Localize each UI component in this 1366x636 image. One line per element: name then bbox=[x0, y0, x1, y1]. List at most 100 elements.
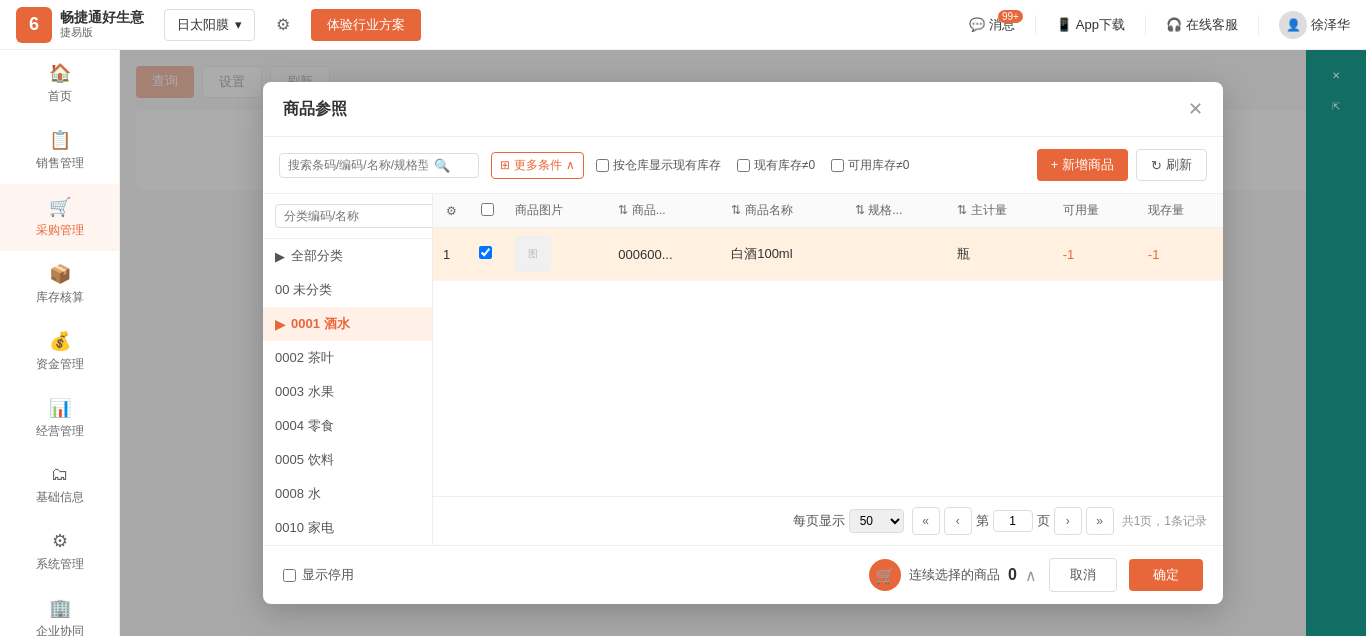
modal-close-button[interactable]: ✕ bbox=[1188, 98, 1203, 120]
page-label: 第 bbox=[976, 512, 989, 530]
sidebar-item-finance[interactable]: 💰 资金管理 bbox=[0, 318, 119, 385]
prev-page-button[interactable]: ‹ bbox=[944, 507, 972, 535]
th-select-all[interactable] bbox=[469, 194, 505, 228]
add-product-button[interactable]: + 新增商品 bbox=[1037, 149, 1128, 181]
chevron-up-icon: ∧ bbox=[566, 158, 575, 172]
sidebar-label-system: 系统管理 bbox=[36, 556, 84, 573]
sidebar-label-finance: 资金管理 bbox=[36, 356, 84, 373]
home-icon: 🏠 bbox=[49, 62, 71, 84]
show-disabled-checkbox[interactable]: 显示停用 bbox=[283, 566, 354, 584]
warehouse-display-checkbox[interactable]: 按仓库显示现有库存 bbox=[596, 157, 721, 174]
store-name: 日太阳膜 bbox=[177, 16, 229, 34]
th-spec[interactable]: ⇅ 规格... bbox=[845, 194, 947, 228]
footer-collapse-icon[interactable]: ∧ bbox=[1025, 566, 1037, 585]
row-checkbox-cell[interactable] bbox=[469, 228, 505, 281]
page-number-input[interactable] bbox=[993, 510, 1033, 532]
sidebar-label-inventory: 库存核算 bbox=[36, 289, 84, 306]
page-size-label: 每页显示 bbox=[793, 512, 845, 530]
category-item-00[interactable]: 00 未分类 bbox=[263, 273, 432, 307]
service-label: 在线客服 bbox=[1186, 16, 1238, 34]
category-search-input[interactable] bbox=[275, 204, 433, 228]
page-size-select-input[interactable]: 50 10 20 100 bbox=[849, 509, 904, 533]
th-image: 商品图片 bbox=[505, 194, 608, 228]
refresh-label: 刷新 bbox=[1166, 156, 1192, 174]
category-item-0005[interactable]: 0005 饮料 bbox=[263, 443, 432, 477]
category-item-0004[interactable]: 0004 零食 bbox=[263, 409, 432, 443]
show-disabled-input[interactable] bbox=[283, 569, 296, 582]
th-settings[interactable]: ⚙ bbox=[433, 194, 469, 228]
page-size-selector[interactable]: 每页显示 50 10 20 100 bbox=[793, 509, 904, 533]
modal-footer: 显示停用 🛒 连续选择的商品 0 ∧ 取消 确定 bbox=[263, 545, 1223, 604]
category-item-0010[interactable]: 0010 家电 bbox=[263, 511, 432, 545]
notifications-badge: 99+ bbox=[998, 10, 1023, 23]
usable-nonzero-label: 可用库存≠0 bbox=[848, 157, 909, 174]
more-filters-button[interactable]: ⊞ 更多条件 ∧ bbox=[491, 152, 584, 179]
row-unit: 瓶 bbox=[947, 228, 1052, 281]
th-code[interactable]: ⇅ 商品... bbox=[608, 194, 721, 228]
cart-icon[interactable]: 🛒 bbox=[869, 559, 901, 591]
category-item-0003[interactable]: 0003 水果 bbox=[263, 375, 432, 409]
all-categories-arrow: ▶ bbox=[275, 249, 285, 264]
headset-icon: 🎧 bbox=[1166, 17, 1182, 32]
select-all-checkbox[interactable] bbox=[481, 203, 494, 216]
inventory-icon: 📦 bbox=[49, 263, 71, 285]
sidebar-item-home[interactable]: 🏠 首页 bbox=[0, 50, 119, 117]
sidebar-item-sales[interactable]: 📋 销售管理 bbox=[0, 117, 119, 184]
sidebar-item-basic[interactable]: 🗂 基础信息 bbox=[0, 452, 119, 518]
usable-nonzero-checkbox[interactable]: 可用库存≠0 bbox=[831, 157, 909, 174]
sidebar-item-enterprise[interactable]: 🏢 企业协同 bbox=[0, 585, 119, 636]
product-reference-modal: 商品参照 ✕ 🔍 ⊞ 更多条件 ∧ bbox=[263, 82, 1223, 604]
sidebar-item-system[interactable]: ⚙ 系统管理 bbox=[0, 518, 119, 585]
username: 徐泽华 bbox=[1311, 16, 1350, 34]
product-search-box[interactable]: 🔍 bbox=[279, 153, 479, 178]
product-search-input[interactable] bbox=[288, 158, 428, 172]
th-name[interactable]: ⇅ 商品名称 bbox=[721, 194, 845, 228]
trial-button[interactable]: 体验行业方案 bbox=[311, 9, 421, 41]
warehouse-display-input[interactable] bbox=[596, 159, 609, 172]
cat-0010-label: 0010 家电 bbox=[275, 519, 334, 537]
sidebar-item-operations[interactable]: 📊 经营管理 bbox=[0, 385, 119, 452]
app-label: App下载 bbox=[1076, 16, 1125, 34]
logo: 6 畅捷通好生意 捷易版 bbox=[16, 7, 144, 43]
th-unit[interactable]: ⇅ 主计量 bbox=[947, 194, 1052, 228]
main-content: 查询 设置 刷新 ✕ ⇱ 商品参照 ✕ bbox=[120, 50, 1366, 636]
finance-icon: 💰 bbox=[49, 330, 71, 352]
category-list: ▶ 全部分类 00 未分类 ▶ 0001 酒水 0002 茶 bbox=[263, 239, 432, 545]
row-checkbox[interactable] bbox=[479, 246, 492, 259]
category-item-0002[interactable]: 0002 茶叶 bbox=[263, 341, 432, 375]
settings-icon[interactable]: ⚙ bbox=[267, 9, 299, 41]
product-table-scroll[interactable]: ⚙ 商品图片 ⇅ 商品... ⇅ 商品名称 ⇅ 规格... ⇅ 主计量 可用量 bbox=[433, 194, 1223, 496]
app-download-button[interactable]: 📱 App下载 bbox=[1056, 16, 1125, 34]
row-name: 白酒100ml bbox=[721, 228, 845, 281]
confirm-button[interactable]: 确定 bbox=[1129, 559, 1203, 591]
cat-0005-label: 0005 饮料 bbox=[275, 451, 334, 469]
next-page-button[interactable]: › bbox=[1054, 507, 1082, 535]
topbar: 6 畅捷通好生意 捷易版 日太阳膜 ▾ ⚙ 体验行业方案 💬 消息 99+ 📱 … bbox=[0, 0, 1366, 50]
last-page-button[interactable]: » bbox=[1086, 507, 1114, 535]
notifications-button[interactable]: 💬 消息 99+ bbox=[969, 16, 1015, 34]
category-item-0008[interactable]: 0008 水 bbox=[263, 477, 432, 511]
category-search[interactable]: 🔍 bbox=[263, 194, 432, 239]
first-page-button[interactable]: « bbox=[912, 507, 940, 535]
sidebar-item-purchase[interactable]: 🛒 采购管理 bbox=[0, 184, 119, 251]
modal-body: 🔍 ▶ 全部分类 00 未分类 ▶ bbox=[263, 194, 1223, 545]
topbar-right: 💬 消息 99+ 📱 App下载 🎧 在线客服 👤 徐泽华 bbox=[969, 11, 1350, 39]
table-row[interactable]: 1 图 000600... 白酒100ml 瓶 bbox=[433, 228, 1223, 281]
product-thumbnail: 图 bbox=[515, 236, 551, 272]
available-nonzero-checkbox[interactable]: 现有库存≠0 bbox=[737, 157, 815, 174]
store-selector[interactable]: 日太阳膜 ▾ bbox=[164, 9, 255, 41]
sidebar-item-inventory[interactable]: 📦 库存核算 bbox=[0, 251, 119, 318]
logo-text-group: 畅捷通好生意 捷易版 bbox=[60, 9, 144, 41]
available-nonzero-input[interactable] bbox=[737, 159, 750, 172]
category-item-all[interactable]: ▶ 全部分类 bbox=[263, 239, 432, 273]
service-button[interactable]: 🎧 在线客服 bbox=[1166, 16, 1238, 34]
product-table: ⚙ 商品图片 ⇅ 商品... ⇅ 商品名称 ⇅ 规格... ⇅ 主计量 可用量 bbox=[433, 194, 1223, 281]
search-icon[interactable]: 🔍 bbox=[434, 158, 450, 173]
refresh-button[interactable]: ↻ 刷新 bbox=[1136, 149, 1207, 181]
cancel-button[interactable]: 取消 bbox=[1049, 558, 1117, 592]
user-menu[interactable]: 👤 徐泽华 bbox=[1279, 11, 1350, 39]
system-icon: ⚙ bbox=[52, 530, 68, 552]
category-item-0001[interactable]: ▶ 0001 酒水 bbox=[263, 307, 432, 341]
pagination: 每页显示 50 10 20 100 « ‹ bbox=[433, 496, 1223, 545]
usable-nonzero-input[interactable] bbox=[831, 159, 844, 172]
